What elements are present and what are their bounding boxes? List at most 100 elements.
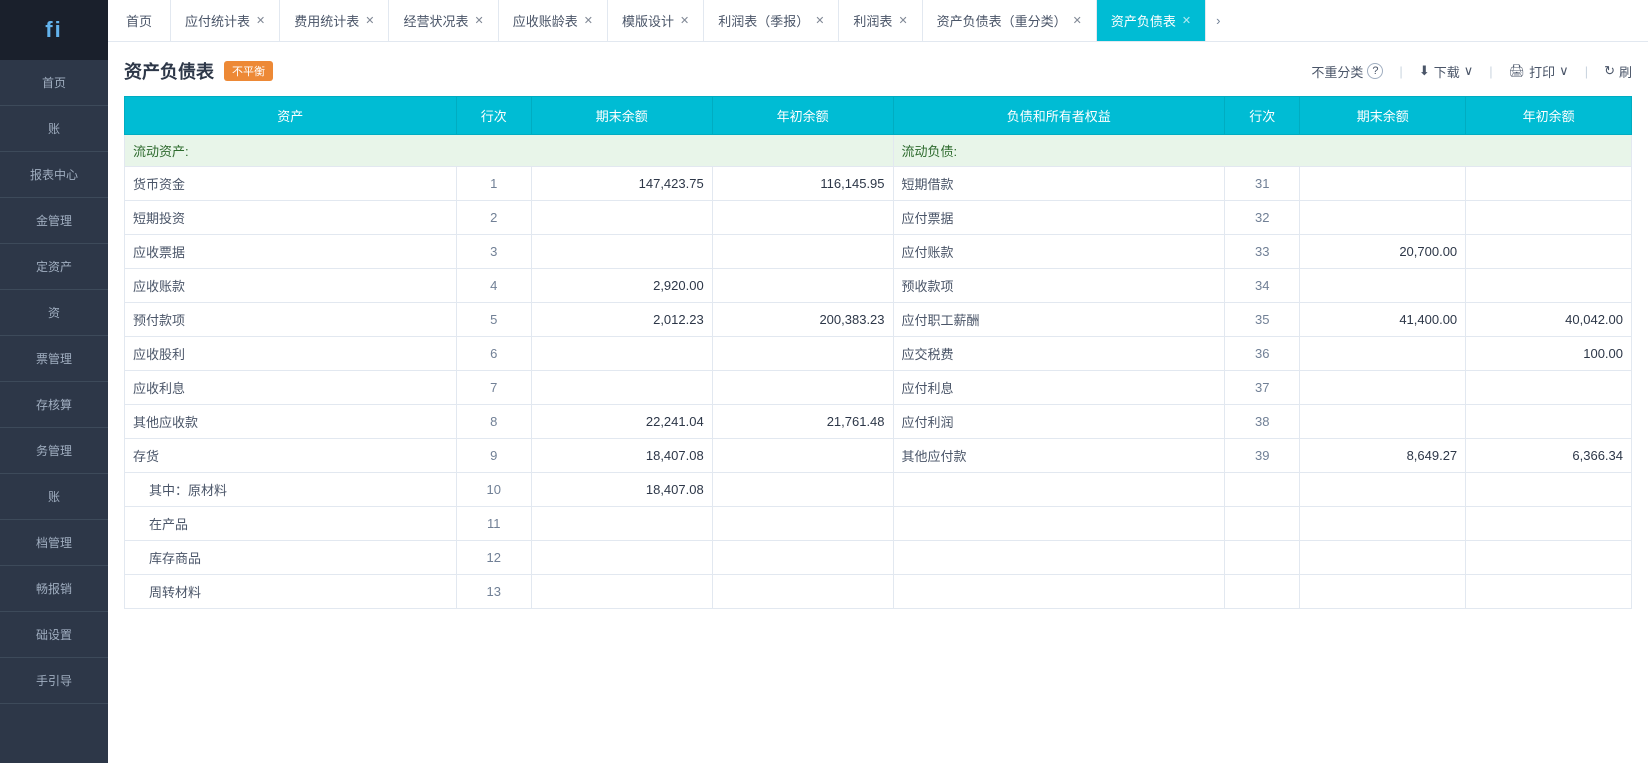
sidebar-item-ledger[interactable]: 账 [0,474,108,520]
right-begin-balance[interactable] [1466,473,1632,507]
left-end-balance[interactable] [531,337,712,371]
left-end-balance[interactable]: 22,241.04 [531,405,712,439]
right-begin-balance[interactable] [1466,405,1632,439]
left-end-balance[interactable] [531,507,712,541]
sidebar-item-settings[interactable]: 础设置 [0,612,108,658]
refresh-button[interactable]: ↻ 刷 [1604,62,1632,81]
left-end-balance[interactable]: 18,407.08 [531,439,712,473]
tab-profit[interactable]: 利润表 ✕ [839,0,922,41]
tab-profit-quarterly[interactable]: 利润表（季报） ✕ [704,0,839,41]
sidebar-item-finance[interactable]: 金管理 [0,198,108,244]
tab-template-design[interactable]: 模版设计 ✕ [608,0,704,41]
right-item[interactable]: 应付职工薪酬 [893,303,1225,337]
sidebar-item-inventory[interactable]: 存核算 [0,382,108,428]
left-end-balance[interactable] [531,541,712,575]
sidebar-item-tickets[interactable]: 票管理 [0,336,108,382]
left-item[interactable]: 其他应收款 [125,405,457,439]
left-begin-balance[interactable] [712,235,893,269]
tab-home[interactable]: 首页 [108,0,171,41]
right-begin-balance[interactable] [1466,235,1632,269]
no-reclassify-button[interactable]: 不重分类 ? [1311,62,1383,81]
left-begin-balance[interactable] [712,201,893,235]
help-icon[interactable]: ? [1367,63,1383,79]
left-end-balance[interactable]: 2,920.00 [531,269,712,303]
tab-close-ar-aging[interactable]: ✕ [584,14,593,27]
right-item[interactable] [893,473,1225,507]
right-item[interactable] [893,507,1225,541]
left-begin-balance[interactable] [712,541,893,575]
left-begin-balance[interactable]: 200,383.23 [712,303,893,337]
sidebar-item-home[interactable]: 首页 [0,60,108,106]
left-begin-balance[interactable] [712,439,893,473]
left-end-balance[interactable]: 147,423.75 [531,167,712,201]
right-item[interactable]: 应付利息 [893,371,1225,405]
right-end-balance[interactable] [1300,371,1466,405]
tab-close-balance[interactable]: ✕ [1182,14,1191,27]
left-item[interactable]: 应收账款 [125,269,457,303]
right-item[interactable]: 应交税费 [893,337,1225,371]
left-begin-balance[interactable] [712,507,893,541]
left-begin-balance[interactable]: 21,761.48 [712,405,893,439]
print-button[interactable]: 🖨 打印 ∨ [1509,62,1569,81]
left-begin-balance[interactable] [712,575,893,609]
left-end-balance[interactable] [531,575,712,609]
right-end-balance[interactable] [1300,405,1466,439]
right-end-balance[interactable]: 8,649.27 [1300,439,1466,473]
tab-ar-aging[interactable]: 应收账龄表 ✕ [499,0,608,41]
right-end-balance[interactable] [1300,337,1466,371]
right-begin-balance[interactable] [1466,541,1632,575]
left-end-balance[interactable] [531,235,712,269]
right-item[interactable]: 预收款项 [893,269,1225,303]
right-end-balance[interactable] [1300,575,1466,609]
right-item[interactable]: 应付利润 [893,405,1225,439]
right-begin-balance[interactable] [1466,575,1632,609]
tab-close-expense-stats[interactable]: ✕ [365,14,374,27]
download-button[interactable]: ⬇ 下载 ∨ [1419,62,1473,81]
sidebar-item-service[interactable]: 务管理 [0,428,108,474]
right-end-balance[interactable] [1300,269,1466,303]
sidebar-item-account[interactable]: 账 [0,106,108,152]
tab-close-profit[interactable]: ✕ [898,14,907,27]
sidebar-item-guide[interactable]: 手引导 [0,658,108,704]
left-item[interactable]: 库存商品 [125,541,457,575]
right-item[interactable] [893,575,1225,609]
right-end-balance[interactable] [1300,473,1466,507]
tab-close-template-design[interactable]: ✕ [680,14,689,27]
left-item[interactable]: 应收票据 [125,235,457,269]
left-begin-balance[interactable]: 116,145.95 [712,167,893,201]
left-item[interactable]: 短期投资 [125,201,457,235]
left-item[interactable]: 货币资金 [125,167,457,201]
left-end-balance[interactable] [531,371,712,405]
right-begin-balance[interactable]: 100.00 [1466,337,1632,371]
left-end-balance[interactable] [531,201,712,235]
left-end-balance[interactable]: 2,012.23 [531,303,712,337]
sidebar-item-documents[interactable]: 档管理 [0,520,108,566]
right-end-balance[interactable]: 20,700.00 [1300,235,1466,269]
left-begin-balance[interactable] [712,473,893,507]
left-begin-balance[interactable] [712,337,893,371]
right-begin-balance[interactable] [1466,201,1632,235]
tab-close-operations[interactable]: ✕ [475,14,484,27]
left-end-balance[interactable]: 18,407.08 [531,473,712,507]
right-begin-balance[interactable] [1466,167,1632,201]
tab-expense-stats[interactable]: 费用统计表 ✕ [280,0,389,41]
left-item[interactable]: 在产品 [125,507,457,541]
tab-balance-reclassified[interactable]: 资产负债表（重分类） ✕ [923,0,1097,41]
right-item[interactable]: 应付票据 [893,201,1225,235]
left-begin-balance[interactable] [712,371,893,405]
right-begin-balance[interactable]: 40,042.00 [1466,303,1632,337]
tab-balance[interactable]: 资产负债表 ✕ [1097,0,1206,41]
left-begin-balance[interactable] [712,269,893,303]
left-item[interactable]: 周转材料 [125,575,457,609]
right-end-balance[interactable] [1300,507,1466,541]
sidebar-item-reimbursement[interactable]: 畅报销 [0,566,108,612]
right-end-balance[interactable]: 41,400.00 [1300,303,1466,337]
right-begin-balance[interactable] [1466,507,1632,541]
left-item[interactable]: 存货 [125,439,457,473]
sidebar-item-fixed-assets[interactable]: 定资产 [0,244,108,290]
right-end-balance[interactable] [1300,201,1466,235]
sidebar-item-assets[interactable]: 资 [0,290,108,336]
right-item[interactable]: 其他应付款 [893,439,1225,473]
tab-arrow[interactable]: › [1206,0,1230,41]
tab-close-ap-stats[interactable]: ✕ [256,14,265,27]
